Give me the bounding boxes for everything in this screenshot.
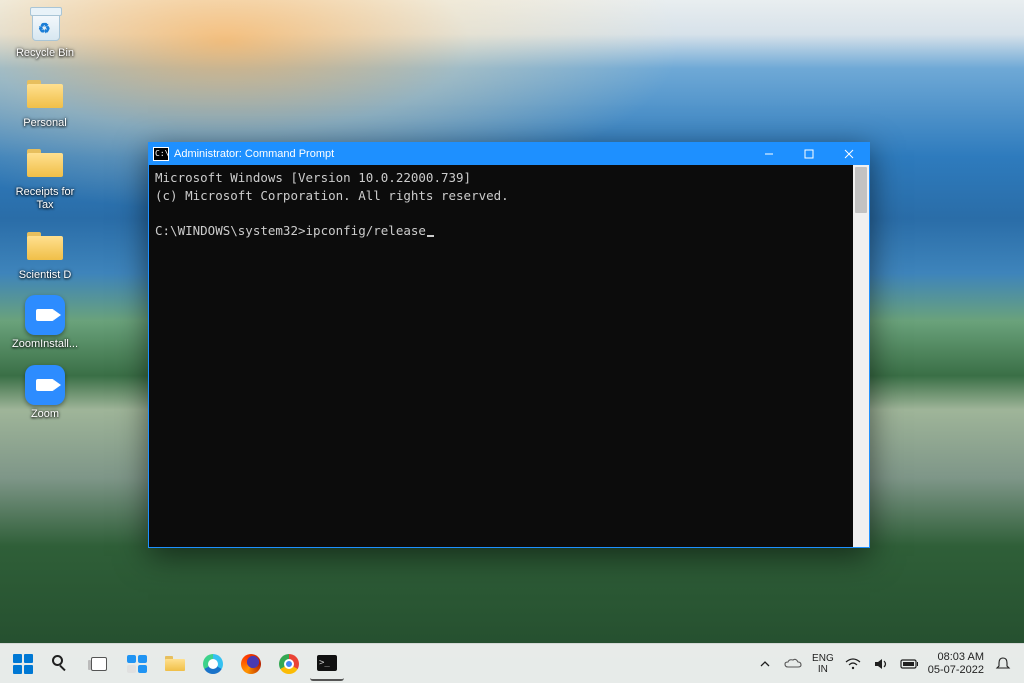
notifications-icon: [995, 656, 1011, 672]
folder-icon: [25, 143, 65, 183]
file-explorer-icon: [165, 656, 185, 671]
cmd-line: (c) Microsoft Corporation. All rights re…: [155, 188, 509, 203]
folder-icon: [25, 226, 65, 266]
taskbar: >_ ENG IN 08:03 AM: [0, 643, 1024, 683]
desktop-icon-scientist[interactable]: Scientist D: [6, 226, 84, 282]
chevron-up-icon: [760, 659, 770, 669]
chrome-button[interactable]: [272, 647, 306, 681]
desktop-icon-personal[interactable]: Personal: [6, 74, 84, 130]
widgets-button[interactable]: [120, 647, 154, 681]
notifications-button[interactable]: [994, 655, 1012, 673]
maximize-button[interactable]: [789, 143, 829, 165]
desktop-icon-label: Receipts for Tax: [6, 186, 84, 211]
language-top: ENG: [812, 653, 834, 664]
onedrive-tray-icon[interactable]: [784, 655, 802, 673]
search-icon: [52, 655, 70, 673]
close-button[interactable]: [829, 143, 869, 165]
cmd-line: Microsoft Windows [Version 10.0.22000.73…: [155, 170, 471, 185]
desktop-icon-recycle-bin[interactable]: ♻ Recycle Bin: [6, 4, 84, 60]
cmd-body: Microsoft Windows [Version 10.0.22000.73…: [149, 165, 869, 547]
cmd-titlebar-icon: C:\: [153, 147, 169, 161]
zoom-icon: [25, 365, 65, 405]
command-prompt-window[interactable]: C:\ Administrator: Command Prompt Micros…: [148, 142, 870, 548]
widgets-icon: [127, 655, 147, 673]
terminal-button[interactable]: >_: [310, 647, 344, 681]
desktop-icon-label: Recycle Bin: [16, 47, 74, 60]
zoom-icon: [25, 295, 65, 335]
window-title: Administrator: Command Prompt: [174, 148, 334, 160]
chrome-icon: [279, 654, 299, 674]
minimize-button[interactable]: [749, 143, 789, 165]
clock-time: 08:03 AM: [928, 651, 984, 664]
task-view-icon: [91, 657, 107, 671]
system-tray: ENG IN 08:03 AM 05-07-2022: [760, 651, 1024, 676]
desktop-icon-receipts[interactable]: Receipts for Tax: [6, 143, 84, 211]
scrollbar-thumb[interactable]: [855, 167, 867, 213]
desktop-icon-zoom[interactable]: Zoom: [6, 365, 84, 421]
clock-date: 05-07-2022: [928, 664, 984, 677]
cmd-cursor: [427, 235, 434, 237]
wifi-tray-icon[interactable]: [844, 655, 862, 673]
firefox-button[interactable]: [234, 647, 268, 681]
desktop-icon-zoom-installer[interactable]: ZoomInstall...: [6, 295, 84, 351]
desktop-icons: ♻ Recycle Bin Personal Receipts for Tax …: [6, 4, 84, 420]
start-button[interactable]: [6, 647, 40, 681]
volume-tray-icon[interactable]: [872, 655, 890, 673]
cmd-typed: ipconfig/release: [306, 223, 426, 238]
desktop: ♻ Recycle Bin Personal Receipts for Tax …: [0, 0, 1024, 683]
cmd-prompt: C:\WINDOWS\system32>: [155, 223, 306, 238]
firefox-icon: [241, 654, 261, 674]
edge-button[interactable]: [196, 647, 230, 681]
file-explorer-button[interactable]: [158, 647, 192, 681]
battery-tray-icon[interactable]: [900, 655, 918, 673]
window-titlebar[interactable]: C:\ Administrator: Command Prompt: [149, 143, 869, 165]
scrollbar[interactable]: [853, 165, 869, 547]
taskbar-apps: >_: [0, 647, 344, 681]
tray-overflow-button[interactable]: [760, 659, 774, 669]
desktop-icon-label: ZoomInstall...: [12, 338, 78, 351]
search-button[interactable]: [44, 647, 78, 681]
recycle-bin-icon: ♻: [25, 4, 65, 44]
desktop-icon-label: Scientist D: [19, 269, 72, 282]
task-view-button[interactable]: [82, 647, 116, 681]
terminal-icon: >_: [317, 655, 337, 671]
desktop-icon-label: Zoom: [31, 408, 59, 421]
cmd-output[interactable]: Microsoft Windows [Version 10.0.22000.73…: [149, 165, 853, 547]
language-bottom: IN: [812, 664, 834, 675]
clock[interactable]: 08:03 AM 05-07-2022: [928, 651, 984, 676]
language-indicator[interactable]: ENG IN: [812, 653, 834, 675]
folder-icon: [25, 74, 65, 114]
windows-logo-icon: [13, 654, 33, 674]
desktop-icon-label: Personal: [23, 117, 66, 130]
edge-icon: [203, 654, 223, 674]
